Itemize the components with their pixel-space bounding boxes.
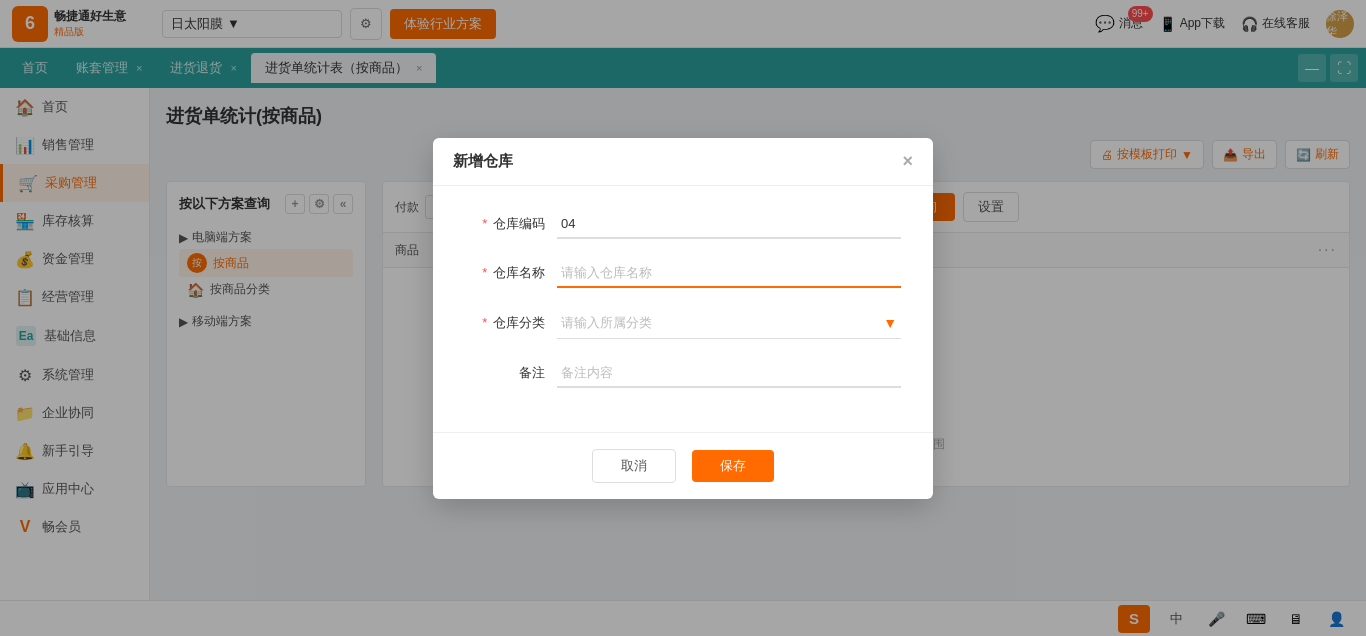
warehouse-code-input[interactable] <box>557 210 901 239</box>
warehouse-name-input[interactable] <box>557 259 901 288</box>
code-label: * 仓库编码 <box>465 215 545 233</box>
cancel-button[interactable]: 取消 <box>592 449 676 483</box>
name-label: * 仓库名称 <box>465 264 545 282</box>
dialog-close-button[interactable]: × <box>902 152 913 170</box>
form-row-code: * 仓库编码 <box>465 210 901 239</box>
dialog-header: 新增仓库 × <box>433 138 933 186</box>
warehouse-category-select[interactable]: 请输入所属分类 ▼ <box>557 308 901 339</box>
modal-overlay: 新增仓库 × * 仓库编码 * 仓库名称 <box>0 0 1366 636</box>
form-row-category: * 仓库分类 请输入所属分类 ▼ <box>465 308 901 339</box>
dialog-body: * 仓库编码 * 仓库名称 * 仓库分类 请输入所属 <box>433 186 933 432</box>
dialog-footer: 取消 保存 <box>433 432 933 499</box>
save-button[interactable]: 保存 <box>692 450 774 482</box>
remark-input[interactable] <box>557 359 901 388</box>
form-row-name: * 仓库名称 <box>465 259 901 288</box>
form-row-remark: 备注 <box>465 359 901 388</box>
category-label: * 仓库分类 <box>465 314 545 332</box>
chevron-down-icon: ▼ <box>883 315 897 331</box>
dialog-title: 新增仓库 <box>453 152 513 171</box>
remark-label: 备注 <box>465 364 545 382</box>
new-warehouse-dialog: 新增仓库 × * 仓库编码 * 仓库名称 <box>433 138 933 499</box>
